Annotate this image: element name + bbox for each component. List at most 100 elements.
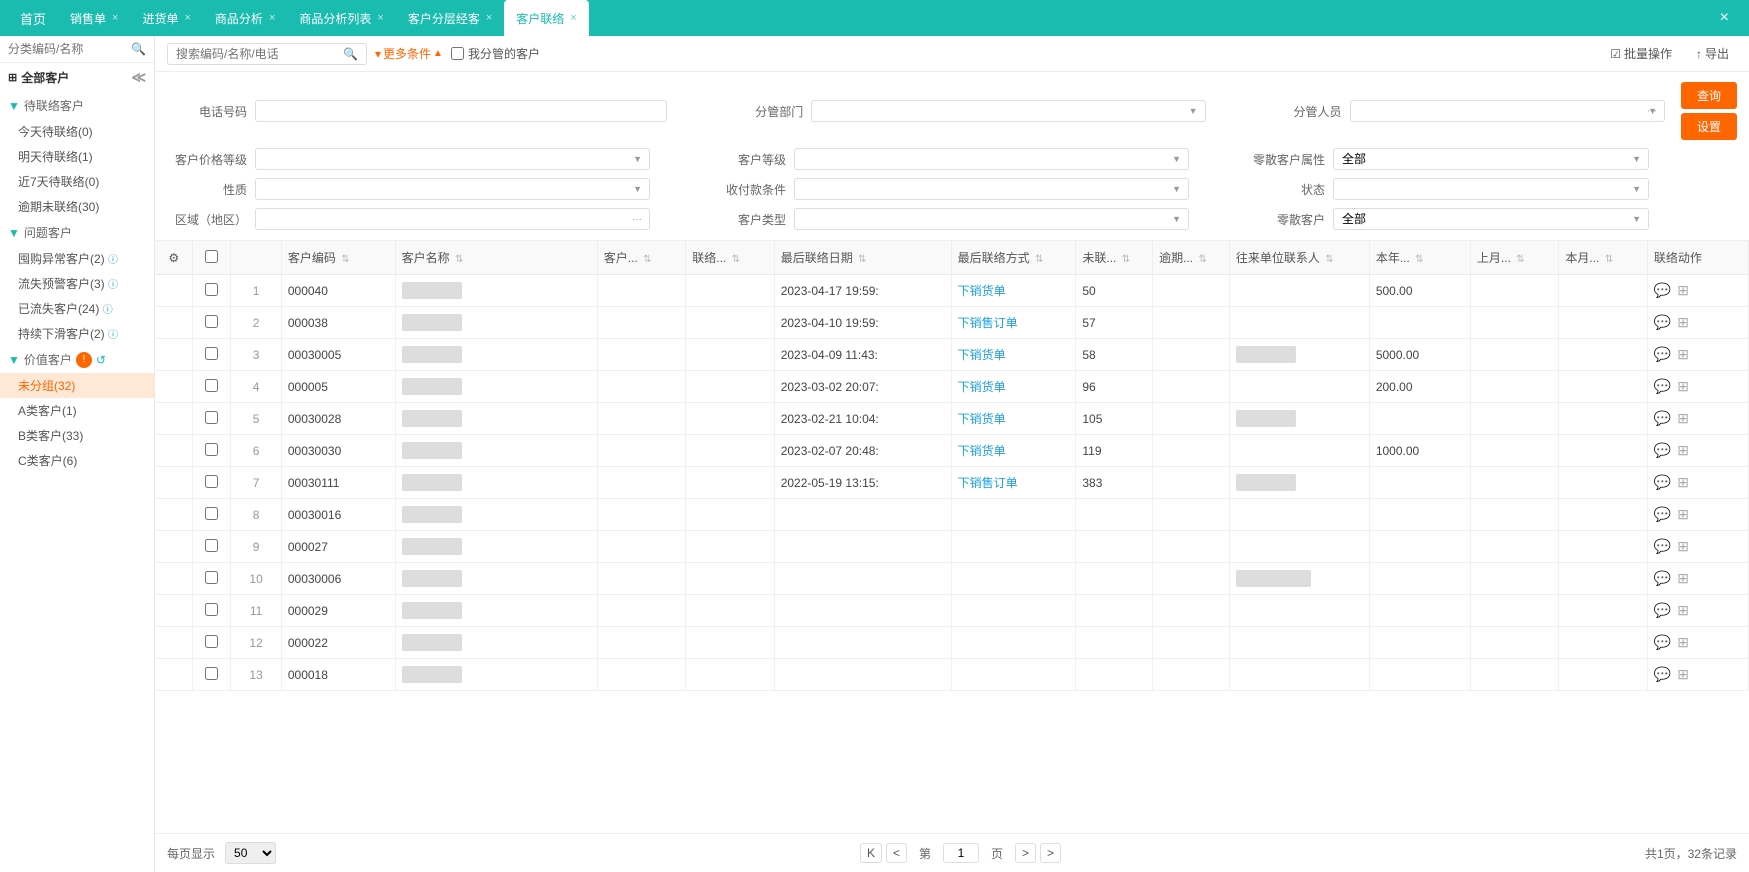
sidebar-item-class-a[interactable]: A类客户(1) [0,398,154,423]
th-unit-contacts[interactable]: 往来单位联系人 ⇅ [1229,241,1369,275]
grid-icon[interactable]: ⊞ [1677,282,1689,299]
retail-attr-select[interactable]: 全部 [1333,148,1649,170]
refresh-icon[interactable]: ↺ [96,353,106,367]
row-checkbox-cell[interactable] [193,307,231,339]
grid-icon[interactable]: ⊞ [1677,474,1689,491]
pay-condition-select[interactable] [794,178,1189,200]
close-purchase-tab[interactable]: × [184,12,190,24]
prev-page-btn[interactable]: < [886,843,907,863]
row-checkbox-cell[interactable] [193,435,231,467]
sidebar-collapse-icon[interactable]: ≪ [131,69,146,86]
th-contact[interactable]: 联络... ⇅ [686,241,774,275]
staff-ellipsis[interactable]: ··· [1647,106,1657,117]
th-last-method[interactable]: 最后联络方式 ⇅ [951,241,1076,275]
row-checkbox[interactable] [205,475,218,488]
row-checkbox[interactable] [205,347,218,360]
pending-contact-group[interactable]: ▼ 待联络客户 [0,92,154,119]
last-method-link[interactable]: 下销货单 [958,348,1006,362]
comment-icon[interactable]: 💬 [1654,666,1671,683]
row-checkbox[interactable] [205,635,218,648]
th-name[interactable]: 客户名称 ⇅ [395,241,597,275]
page-size-select[interactable]: 50 100 [225,842,276,864]
comment-icon[interactable]: 💬 [1654,410,1671,427]
last-method-link[interactable]: 下销货单 [958,444,1006,458]
tab-sales[interactable]: 销售单 × [58,0,130,36]
sidebar-item-declining[interactable]: 持续下滑客户(2) ⓘ [0,321,154,346]
row-checkbox[interactable] [205,283,218,296]
comment-icon[interactable]: 💬 [1654,282,1671,299]
customer-type-select[interactable] [794,208,1189,230]
batch-ops-btn[interactable]: ☑ 批量操作 [1602,42,1680,65]
value-customers-group[interactable]: ▼ 价值客户 ! ↺ [0,346,154,373]
problem-customers-group[interactable]: ▼ 问题客户 [0,219,154,246]
select-all-checkbox[interactable] [205,250,218,263]
nature-select[interactable] [255,178,650,200]
grid-icon[interactable]: ⊞ [1677,634,1689,651]
comment-icon[interactable]: 💬 [1654,378,1671,395]
row-last-method[interactable]: 下销货单 [951,403,1076,435]
row-last-method[interactable]: 下销售订单 [951,467,1076,499]
sidebar-item-abnormal[interactable]: 囤购异常客户(2) ⓘ [0,246,154,271]
close-list-tab[interactable]: × [377,12,383,24]
next-page-btn[interactable]: > [1015,843,1036,863]
price-grade-select[interactable] [255,148,650,170]
comment-icon[interactable]: 💬 [1654,346,1671,363]
row-last-method[interactable]: 下销货单 [951,371,1076,403]
row-checkbox-cell[interactable] [193,531,231,563]
all-customers-header[interactable]: ⊞ 全部客户 ≪ [0,63,154,92]
row-checkbox-cell[interactable] [193,275,231,307]
row-checkbox-cell[interactable] [193,563,231,595]
retail-customer-select[interactable]: 全部 [1333,208,1649,230]
search-input[interactable] [176,47,343,61]
sidebar-item-today[interactable]: 今天待联络(0) [0,119,154,144]
grid-icon[interactable]: ⊞ [1677,410,1689,427]
sidebar-item-warning[interactable]: 流失预警客户(3) ⓘ [0,271,154,296]
phone-input[interactable] [255,100,667,122]
home-tab[interactable]: 首页 [8,9,58,28]
tab-purchase[interactable]: 进货单 × [130,0,202,36]
close-layer-tab[interactable]: × [486,12,492,24]
th-last-date[interactable]: 最后联络日期 ⇅ [774,241,951,275]
th-this-month[interactable]: 本月... ⇅ [1559,241,1647,275]
sidebar-item-overdue[interactable]: 逾期未联络(30) [0,194,154,219]
grid-icon[interactable]: ⊞ [1677,314,1689,331]
row-checkbox[interactable] [205,539,218,552]
sidebar-search-input[interactable] [8,42,131,56]
row-last-method[interactable]: 下销货单 [951,339,1076,371]
row-checkbox-cell[interactable] [193,403,231,435]
comment-icon[interactable]: 💬 [1654,602,1671,619]
grid-icon[interactable]: ⊞ [1677,666,1689,683]
row-last-method[interactable]: 下销售订单 [951,307,1076,339]
tab-customer-layer[interactable]: 客户分层经客 × [396,0,504,36]
current-page-input[interactable] [943,843,979,863]
th-checkbox[interactable] [193,241,231,275]
row-checkbox[interactable] [205,667,218,680]
reset-button[interactable]: 设置 [1681,113,1737,140]
row-last-method[interactable]: 下销货单 [951,275,1076,307]
th-overdue[interactable]: 逾期... ⇅ [1153,241,1230,275]
close-contact-tab[interactable]: × [570,12,576,24]
last-method-link[interactable]: 下销货单 [958,412,1006,426]
row-checkbox-cell[interactable] [193,371,231,403]
staff-input[interactable] [1350,100,1665,122]
tab-customer-contact[interactable]: 客户联络 × [504,0,588,36]
row-checkbox[interactable] [205,315,218,328]
sidebar-item-7days[interactable]: 近7天待联络(0) [0,169,154,194]
row-checkbox-cell[interactable] [193,627,231,659]
grid-icon[interactable]: ⊞ [1677,506,1689,523]
last-method-link[interactable]: 下销货单 [958,380,1006,394]
th-uncontact[interactable]: 未联... ⇅ [1076,241,1153,275]
row-last-method[interactable]: 下销货单 [951,435,1076,467]
row-checkbox-cell[interactable] [193,499,231,531]
window-close-button[interactable]: × [1708,9,1741,27]
th-code[interactable]: 客户编码 ⇅ [281,241,395,275]
grid-icon[interactable]: ⊞ [1677,570,1689,587]
status-select[interactable] [1333,178,1649,200]
first-page-btn[interactable]: K [860,843,882,863]
last-method-link[interactable]: 下销货单 [958,284,1006,298]
last-method-link[interactable]: 下销售订单 [958,476,1018,490]
tab-product-list[interactable]: 商品分析列表 × [287,0,395,36]
export-btn[interactable]: ↑ 导出 [1688,42,1737,65]
th-this-year[interactable]: 本年... ⇅ [1369,241,1470,275]
customer-grade-select[interactable] [794,148,1189,170]
